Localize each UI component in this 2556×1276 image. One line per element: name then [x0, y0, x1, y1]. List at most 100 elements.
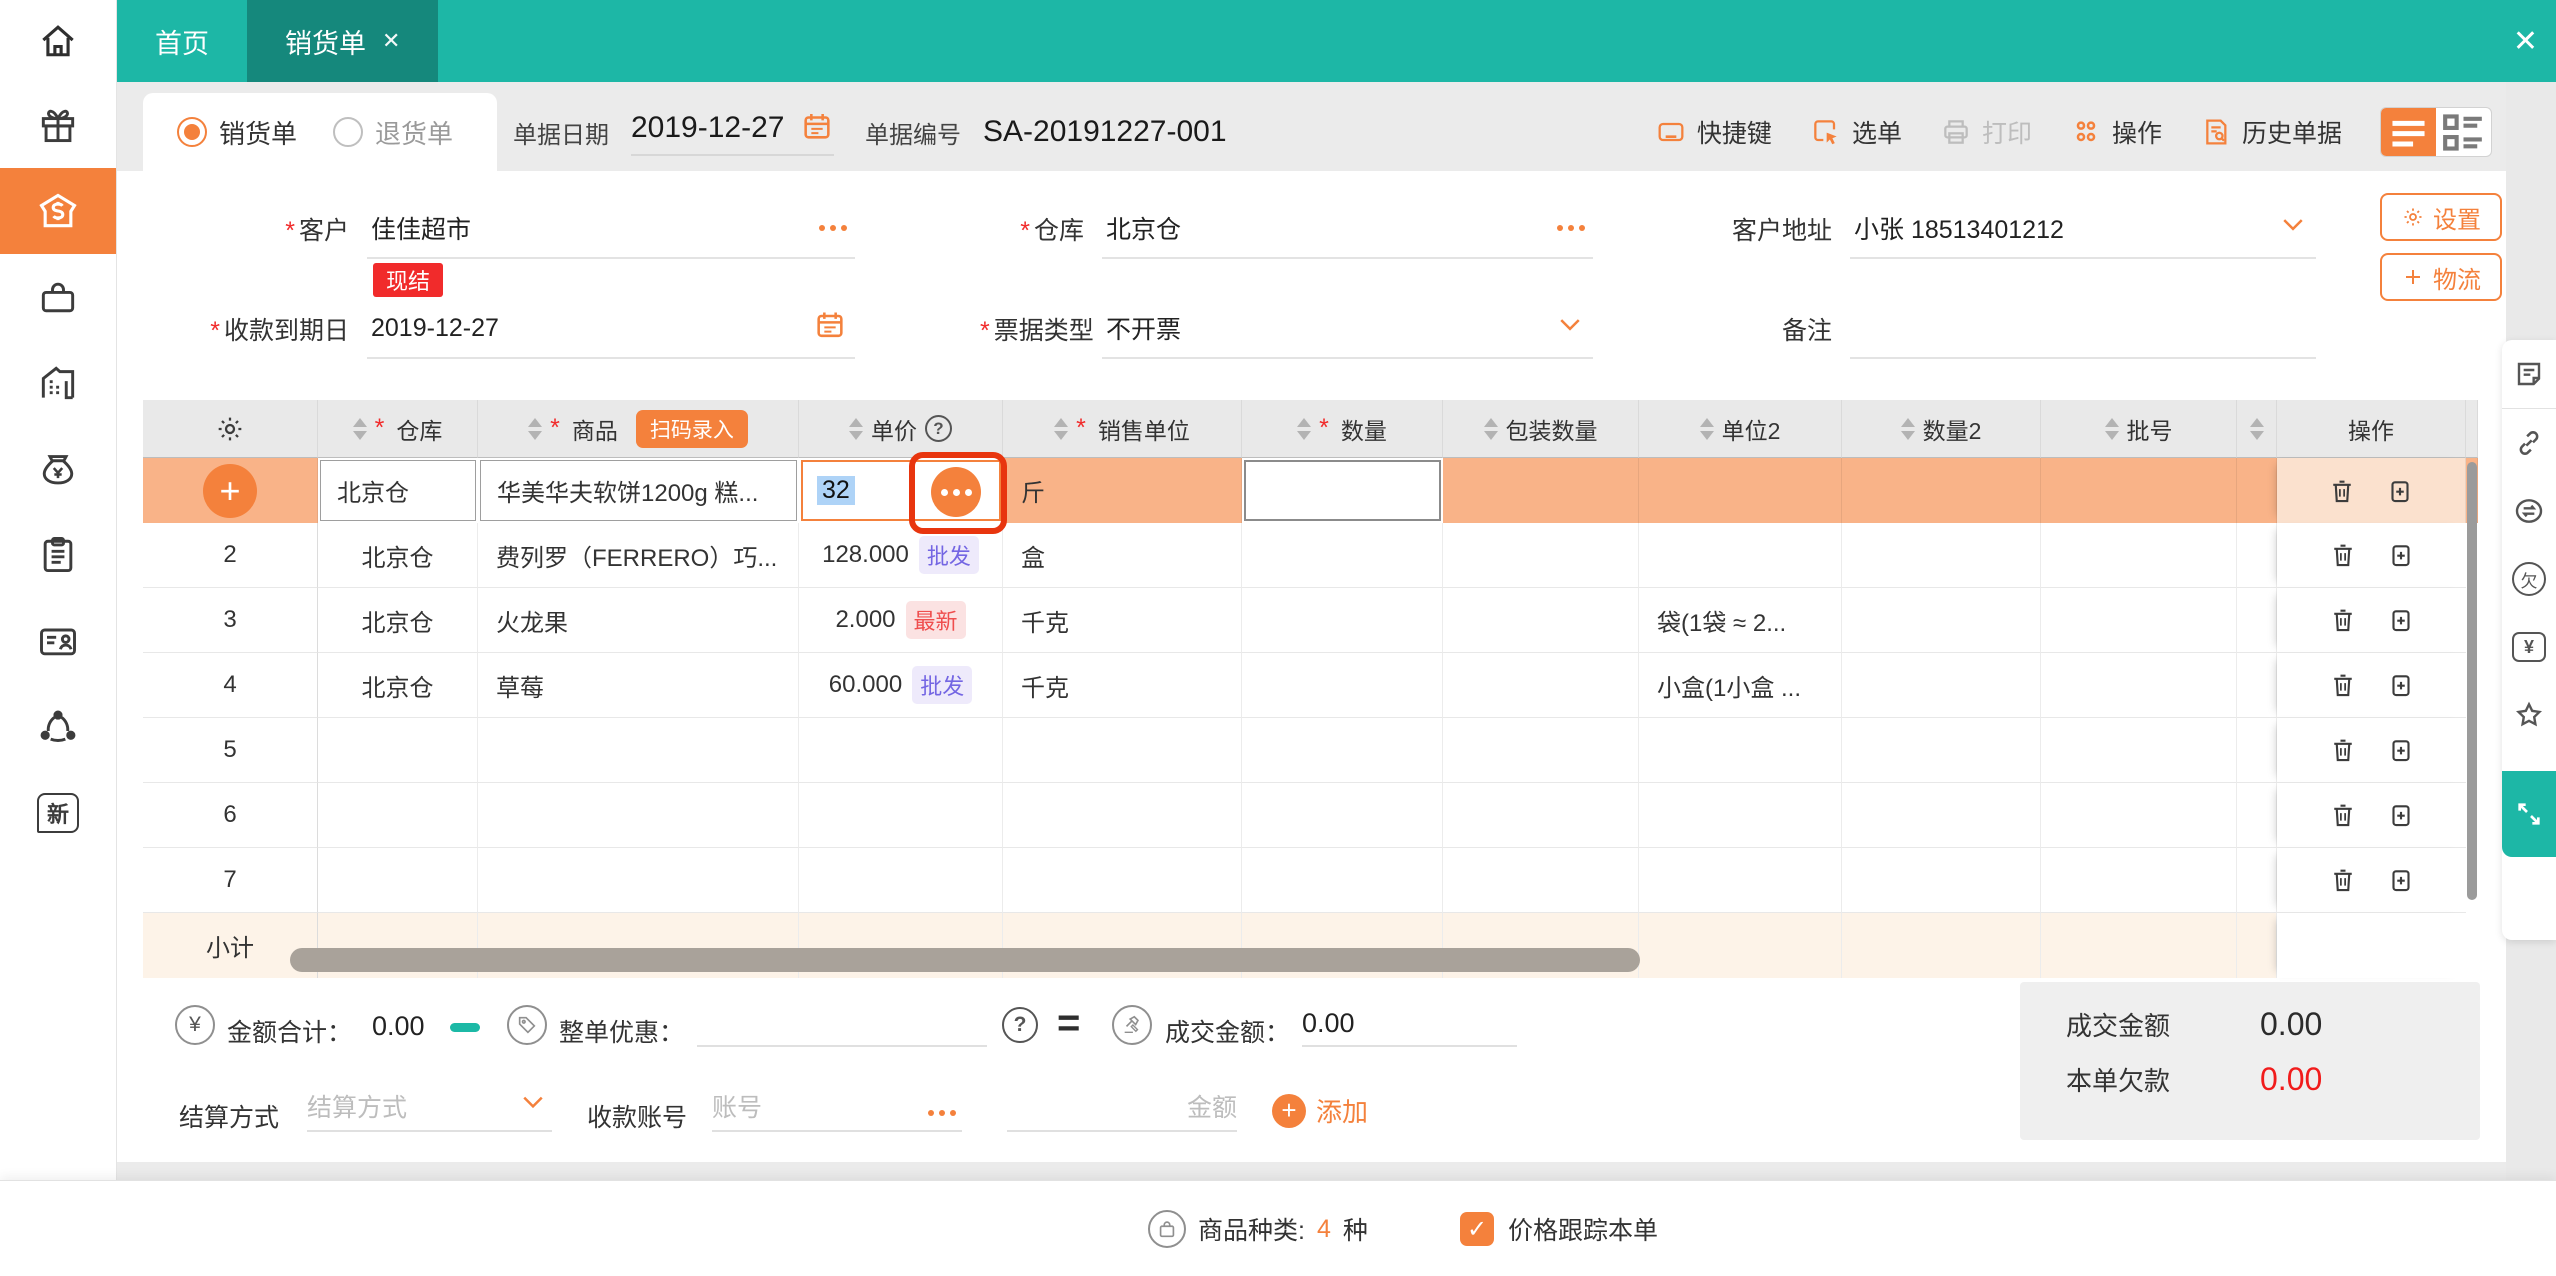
remark-input[interactable]	[1850, 299, 2316, 359]
cell-quantity2[interactable]	[1842, 588, 2041, 653]
copy-row-icon[interactable]	[2386, 540, 2416, 570]
sidebar-item-new[interactable]: 新	[0, 770, 116, 856]
header-batch[interactable]: 批号	[2041, 400, 2237, 458]
more-icon[interactable]	[1557, 225, 1585, 231]
cell-sales-unit[interactable]	[1003, 848, 1242, 913]
calendar-icon[interactable]	[800, 109, 834, 148]
sort-icon[interactable]	[1054, 417, 1069, 440]
cell-sales-unit[interactable]	[1003, 718, 1242, 783]
cell-pack-quantity[interactable]	[1443, 588, 1639, 653]
cell-pack-quantity[interactable]	[1443, 848, 1639, 913]
chevron-down-icon[interactable]	[518, 1087, 548, 1122]
header-pack-quantity[interactable]: 包装数量	[1443, 400, 1639, 458]
cell-warehouse[interactable]	[318, 718, 478, 783]
cell-sales-unit[interactable]: 斤	[1003, 458, 1242, 523]
cell-sales-unit[interactable]: 千克	[1003, 588, 1242, 653]
add-row-button[interactable]: +	[203, 463, 257, 518]
hotkeys-button[interactable]: 快捷键	[1655, 114, 1772, 150]
sort-icon[interactable]	[1297, 417, 1312, 440]
cell-quantity2[interactable]	[1842, 718, 2041, 783]
cell-quantity[interactable]	[1242, 783, 1443, 848]
cell-price[interactable]: 2.000 最新	[799, 588, 1003, 653]
cell-warehouse[interactable]: 北京仓	[320, 460, 476, 521]
cell-batch[interactable]	[2041, 848, 2237, 913]
cell-product[interactable]: 草莓	[478, 653, 799, 718]
logistics-button[interactable]: 物流	[2380, 253, 2502, 301]
cell-product[interactable]: 火龙果	[478, 588, 799, 653]
cell-unit2[interactable]	[1639, 718, 1842, 783]
payment-method-select[interactable]: 结算方式	[307, 1080, 552, 1132]
cell-price[interactable]	[799, 783, 1003, 848]
cell-quantity2[interactable]	[1842, 848, 2041, 913]
history-button[interactable]: 历史单据	[2200, 114, 2342, 150]
cell-pack-quantity[interactable]	[1443, 718, 1639, 783]
cell-sales-unit[interactable]: 千克	[1003, 653, 1242, 718]
header-quantity[interactable]: * 数量	[1242, 400, 1443, 458]
favorite-tool[interactable]	[2502, 681, 2556, 749]
cell-batch[interactable]	[2041, 653, 2237, 718]
cell-quantity-focused[interactable]	[1244, 460, 1441, 521]
delete-row-icon[interactable]	[2328, 735, 2358, 765]
delete-row-icon[interactable]	[2327, 476, 2357, 506]
sidebar-item-orders[interactable]	[0, 512, 116, 598]
payment-amount-input[interactable]: 金额	[1007, 1080, 1237, 1132]
header-warehouse[interactable]: * 仓库	[318, 400, 478, 458]
settings-button[interactable]: 设置	[2380, 193, 2502, 241]
cell-product[interactable]	[478, 718, 799, 783]
calendar-icon[interactable]	[813, 308, 847, 349]
deal-amount-input[interactable]: 0.00	[1302, 995, 1517, 1047]
sidebar-item-network[interactable]	[0, 684, 116, 770]
cell-pack-quantity[interactable]	[1443, 783, 1639, 848]
cell-pack-quantity[interactable]	[1443, 653, 1639, 718]
cell-product[interactable]	[478, 783, 799, 848]
sidebar-item-purchase[interactable]	[0, 254, 116, 340]
cell-unit2[interactable]	[1639, 783, 1842, 848]
cell-quantity2[interactable]	[1842, 458, 2041, 523]
cell-price[interactable]: 60.000 批发	[799, 653, 1003, 718]
sidebar-item-home[interactable]	[0, 0, 116, 82]
table-row[interactable]: + 北京仓 华美华夫软饼1200g 糕... 32 斤	[143, 452, 2478, 534]
tab-close-icon[interactable]: ✕	[382, 28, 400, 54]
header-quantity2[interactable]: 数量2	[1842, 400, 2041, 458]
cell-warehouse[interactable]	[318, 848, 478, 913]
delete-row-icon[interactable]	[2328, 865, 2358, 895]
cell-product[interactable]: 华美华夫软饼1200g 糕...	[480, 460, 797, 521]
cell-product[interactable]: 费列罗（FERRERO）巧...	[478, 523, 799, 588]
tab-sales-order[interactable]: 销货单 ✕	[247, 0, 439, 82]
operations-button[interactable]: 操作	[2070, 114, 2162, 150]
tab-home[interactable]: 首页	[117, 0, 247, 82]
cell-pack-quantity[interactable]	[1443, 523, 1639, 588]
copy-row-icon[interactable]	[2386, 735, 2416, 765]
price-track-checkbox-group[interactable]: ✓ 价格跟踪本单	[1460, 1181, 1658, 1276]
sidebar-item-gift[interactable]	[0, 82, 116, 168]
copy-row-icon[interactable]	[2386, 605, 2416, 635]
sidebar-item-contacts[interactable]	[0, 598, 116, 684]
cell-quantity2[interactable]	[1842, 783, 2041, 848]
cell-quantity[interactable]	[1242, 718, 1443, 783]
header-unit2[interactable]: 单位2	[1639, 400, 1842, 458]
cell-price[interactable]: 128.000 批发	[799, 523, 1003, 588]
radio-sales-order[interactable]: 销货单	[177, 114, 297, 151]
view-form-button[interactable]	[2436, 108, 2491, 156]
vertical-scrollbar[interactable]	[2467, 462, 2477, 900]
cell-pack-quantity[interactable]	[1443, 458, 1639, 523]
sidebar-item-sales[interactable]	[0, 168, 116, 254]
exchange-tool[interactable]	[2502, 477, 2556, 545]
doc-date-input[interactable]: 2019-12-27	[631, 109, 835, 156]
header-price[interactable]: 单价?	[799, 400, 1003, 458]
copy-row-icon[interactable]	[2386, 670, 2416, 700]
cell-quantity[interactable]	[1242, 653, 1443, 718]
delete-row-icon[interactable]	[2328, 605, 2358, 635]
checkbox-checked-icon[interactable]: ✓	[1460, 1212, 1494, 1246]
cell-quantity[interactable]	[1242, 848, 1443, 913]
cell-unit2[interactable]	[1639, 523, 1842, 588]
copy-row-icon[interactable]	[2385, 476, 2415, 506]
customer-address-input[interactable]: 小张 18513401212	[1850, 199, 2316, 259]
table-row[interactable]: 6	[143, 783, 2478, 848]
delete-row-icon[interactable]	[2328, 540, 2358, 570]
discount-input[interactable]	[697, 995, 987, 1047]
cell-warehouse[interactable]: 北京仓	[318, 588, 478, 653]
print-button[interactable]: 打印	[1940, 114, 2032, 150]
chevron-down-icon[interactable]	[1555, 310, 1585, 347]
table-row[interactable]: 2 北京仓 费列罗（FERRERO）巧... 128.000 批发 盒	[143, 523, 2478, 588]
